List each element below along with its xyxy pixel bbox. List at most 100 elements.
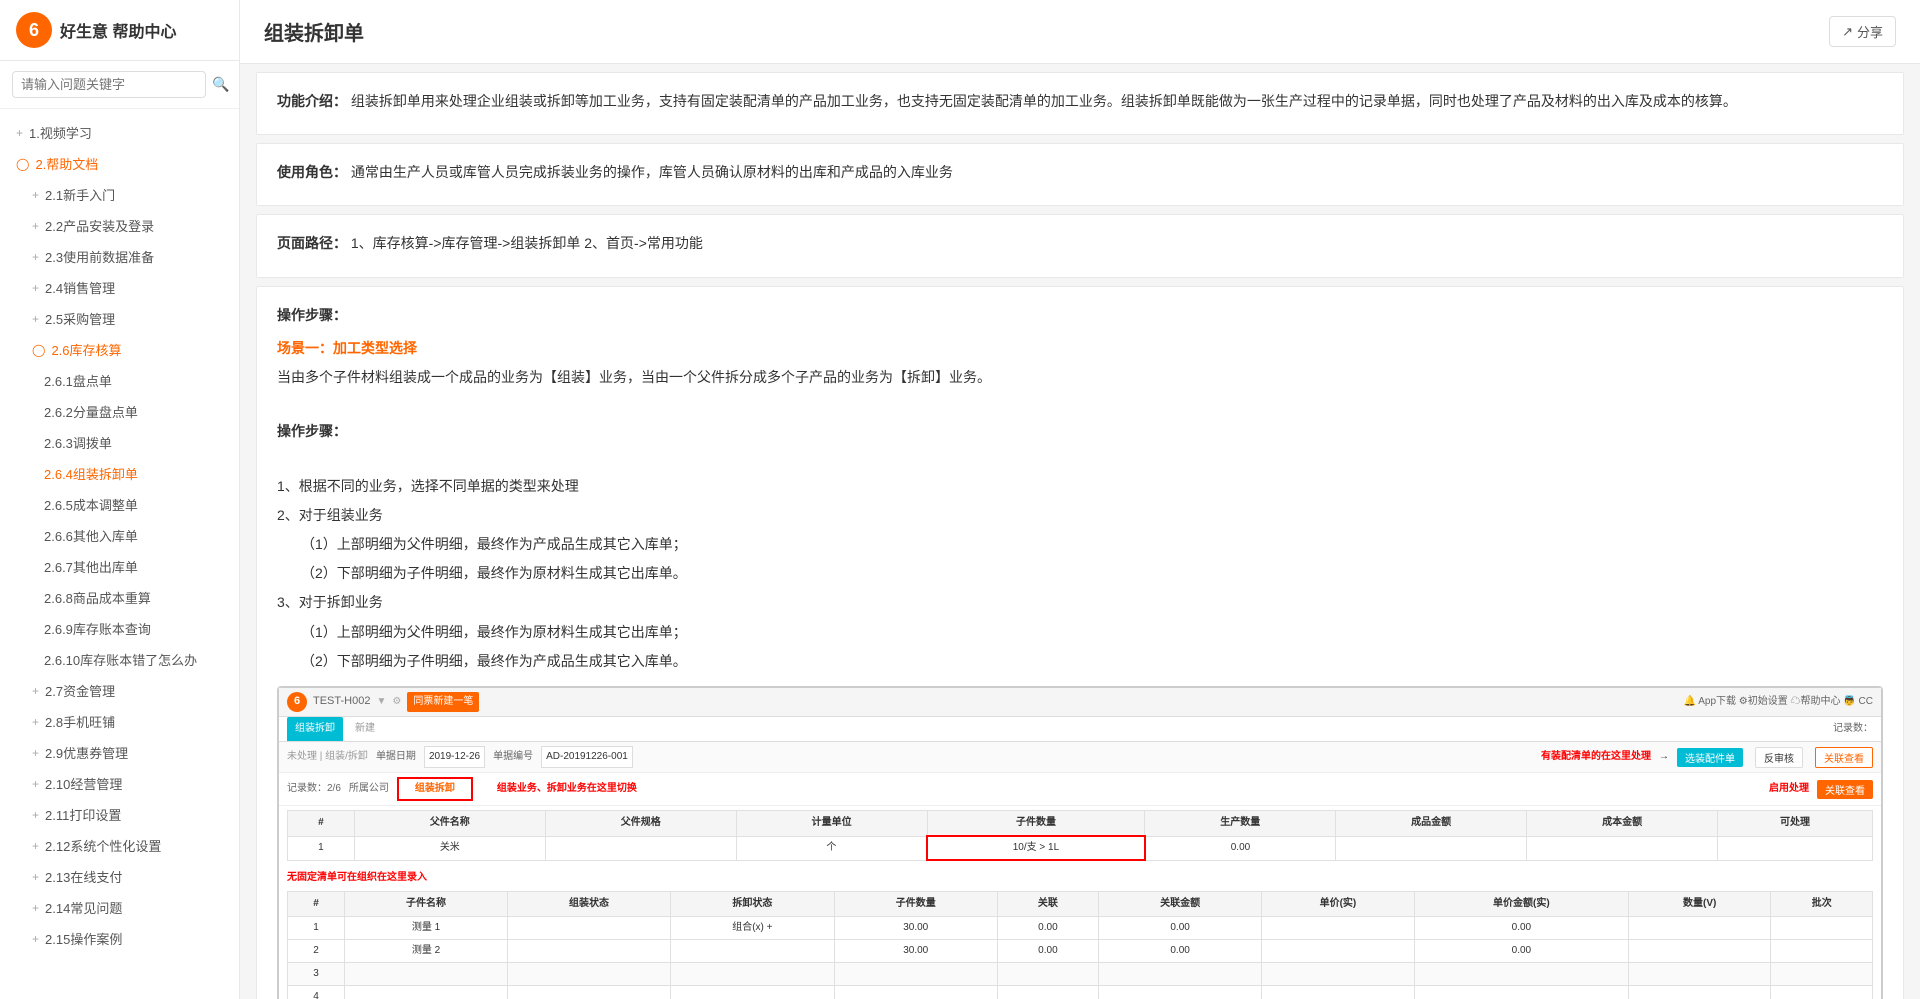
mock-form-area: 未处理 | 组装/拆卸 单据日期 2019-12-26 单据编号 AD-2019… — [279, 742, 1881, 773]
sidebar-item-label-2-6-9: 2.6.9库存账本查询 — [44, 619, 151, 638]
page-title: 组装拆卸单 — [264, 17, 364, 46]
sidebar-item-2-13[interactable]: + 2.13在线支付 — [0, 861, 239, 892]
sidebar-item-2-6-1[interactable]: 2.6.1盘点单 — [0, 365, 239, 396]
expand-icon-2-10: + — [32, 777, 39, 791]
role-text: 使用角色： 通常由生产人员或库管人员完成拆装业务的操作，库管人员确认原材料的出库… — [277, 160, 1883, 185]
mock-lower-table-container: 无固定清单可在组织在这里录入 # 子件名称 组装状态 拆卸状态 子件数量 关联 — [279, 865, 1881, 999]
mock-tabbar: 组装拆卸 新建 记录数： — [279, 717, 1881, 742]
app-logo: 6 — [16, 12, 52, 48]
sidebar-item-2-6-3[interactable]: 2.6.3调拨单 — [0, 427, 239, 458]
sidebar-item-2-14[interactable]: + 2.14常见问题 — [0, 892, 239, 923]
annotation-2: 组装业务、拆卸业务在这里切换 — [497, 780, 637, 798]
intro-block: 功能介绍： 组装拆卸单用来处理企业组装或拆卸等加工业务，支持有固定装配清单的产品… — [256, 72, 1904, 135]
share-button[interactable]: ↗ 分享 — [1829, 16, 1896, 47]
mock-record-count: 记录数： — [1833, 720, 1873, 738]
share-label: 分享 — [1857, 22, 1883, 41]
sidebar-item-2-6-9[interactable]: 2.6.9库存账本查询 — [0, 613, 239, 644]
mock-lower-table: # 子件名称 组装状态 拆卸状态 子件数量 关联 关联金额 单价(实) 单价金额… — [287, 891, 1873, 999]
mock-logo: 6 — [287, 692, 307, 712]
sidebar-item-label-2-6-3: 2.6.3调拨单 — [44, 433, 112, 452]
sidebar: 6 好生意 帮助中心 🔍 + 1.视频学习 ◯ 2.帮助文档 + 2.1新手入门… — [0, 0, 240, 999]
sidebar-item-label-2-6: 2.6库存核算 — [51, 340, 121, 359]
sidebar-item-2-6[interactable]: ◯ 2.6库存核算 — [0, 334, 239, 365]
sidebar-item-label-2-13: 2.13在线支付 — [45, 867, 122, 886]
expand-icon-2-6: ◯ — [32, 343, 45, 357]
mock-tab-active: 组装拆卸 — [287, 717, 343, 741]
sidebar-item-2-5[interactable]: + 2.5采购管理 — [0, 303, 239, 334]
share-icon: ↗ — [1842, 24, 1853, 40]
sidebar-item-2-1[interactable]: + 2.1新手入门 — [0, 179, 239, 210]
sidebar-item-label-2-9: 2.9优惠券管理 — [45, 743, 128, 762]
sidebar-item-label-1: 1.视频学习 — [29, 123, 92, 142]
sidebar-item-2[interactable]: ◯ 2.帮助文档 — [0, 148, 239, 179]
mock-topbar-btn: 同票新建一笔 — [407, 692, 479, 712]
expand-icon-2-14: + — [32, 901, 39, 915]
nav-tree: + 1.视频学习 ◯ 2.帮助文档 + 2.1新手入门 + 2.2产品安装及登录… — [0, 109, 239, 999]
sidebar-item-label-2-15: 2.15操作案例 — [45, 929, 122, 948]
operations-block: 操作步骤： 场景一：加工类型选择 当由多个子件材料组装成一个成品的业务为【组装】… — [256, 286, 1904, 999]
mock-tab1-label: 组装拆卸 — [295, 723, 335, 734]
scene1-desc-text: 当由多个子件材料组装成一个成品的业务为【组装】业务，当由一个父件拆分成多个子产品… — [277, 369, 991, 385]
sidebar-item-2-10[interactable]: + 2.10经营管理 — [0, 768, 239, 799]
table-row: 1 关米 个 10/支 > 1L 0.00 — [288, 836, 1873, 860]
sidebar-item-2-9[interactable]: + 2.9优惠券管理 — [0, 737, 239, 768]
sidebar-item-label-2-6-4: 2.6.4组装拆卸单 — [44, 464, 138, 483]
sidebar-item-label-2: 2.帮助文档 — [35, 154, 98, 173]
scene1-desc: 当由多个子件材料组装成一个成品的业务为【组装】业务，当由一个父件拆分成多个子产品… — [277, 365, 1883, 390]
sidebar-item-2-6-10[interactable]: 2.6.10库存账本错了怎么办 — [0, 644, 239, 675]
sidebar-item-label-2-14: 2.14常见问题 — [45, 898, 122, 917]
mock-tab-new: 新建 — [347, 717, 383, 741]
sidebar-item-label-2-10: 2.10经营管理 — [45, 774, 122, 793]
sidebar-item-2-12[interactable]: + 2.12系统个性化设置 — [0, 830, 239, 861]
annotation-4: 无固定清单可在组织在这里录入 — [287, 869, 1873, 887]
sidebar-item-2-2[interactable]: + 2.2产品安装及登录 — [0, 210, 239, 241]
path-block: 页面路径： 1、库存核算->库存管理->组装拆卸单 2、首页->常用功能 — [256, 214, 1904, 277]
sidebar-item-2-11[interactable]: + 2.11打印设置 — [0, 799, 239, 830]
mock-enable-btn: 关联查看 — [1817, 780, 1873, 799]
path-body: 1、库存核算->库存管理->组装拆卸单 2、首页->常用功能 — [351, 235, 703, 251]
sidebar-item-1[interactable]: + 1.视频学习 — [0, 117, 239, 148]
main-header: 组装拆卸单 ↗ 分享 — [240, 0, 1920, 64]
table-row: 1 测量 1 组合(x) + 30.00 0.00 0.00 0.00 — [288, 917, 1873, 940]
expand-icon-2-7: + — [32, 684, 39, 698]
sidebar-item-2-6-4[interactable]: 2.6.4组装拆卸单 — [0, 458, 239, 489]
table-row: 3 — [288, 963, 1873, 986]
mock-type-row: 记录数：2/6 所属公司 组装拆卸 组装业务、拆卸业务在这里切换 启用处理 关联… — [279, 773, 1881, 806]
sidebar-item-2-6-5[interactable]: 2.6.5成本调整单 — [0, 489, 239, 520]
sidebar-item-2-3[interactable]: + 2.3使用前数据准备 — [0, 241, 239, 272]
sidebar-item-label-2-5: 2.5采购管理 — [45, 309, 115, 328]
sidebar-item-2-6-8[interactable]: 2.6.8商品成本重算 — [0, 582, 239, 613]
sidebar-item-label-2-7: 2.7资金管理 — [45, 681, 115, 700]
sidebar-item-label-2-1: 2.1新手入门 — [45, 185, 115, 204]
search-button[interactable]: 🔍 — [212, 76, 229, 93]
expand-icon-2-11: + — [32, 808, 39, 822]
expand-icon-2-15: + — [32, 932, 39, 946]
sidebar-item-2-6-7[interactable]: 2.6.7其他出库单 — [0, 551, 239, 582]
sidebar-item-2-6-2[interactable]: 2.6.2分量盘点单 — [0, 396, 239, 427]
sidebar-item-2-15[interactable]: + 2.15操作案例 — [0, 923, 239, 954]
steps-label: 操作步骤： — [277, 419, 1883, 444]
mock-process-btn: 选装配件单 — [1677, 748, 1743, 767]
step2-sub2: （2）下部明细为子件明细，最终作为原材料生成其它出库单。 — [277, 561, 1883, 586]
expand-icon-2-12: + — [32, 839, 39, 853]
intro-body: 组装拆卸单用来处理企业组装或拆卸等加工业务，支持有固定装配清单的产品加工业务，也… — [351, 93, 1737, 109]
content-area: 功能介绍： 组装拆卸单用来处理企业组装或拆卸等加工业务，支持有固定装配清单的产品… — [240, 64, 1920, 999]
search-input[interactable] — [12, 71, 206, 98]
mock-upper-table-header: # 父件名称 父件规格 计量单位 子件数量 生产数量 成品金额 成本金额 可处理 — [288, 811, 1873, 837]
operation-title: 操作步骤： — [277, 303, 1883, 328]
mock-doc-date: 2019-12-26 — [424, 746, 485, 768]
sidebar-item-label-2-6-1: 2.6.1盘点单 — [44, 371, 112, 390]
sidebar-item-2-4[interactable]: + 2.4销售管理 — [0, 272, 239, 303]
intro-text: 功能介绍： 组装拆卸单用来处理企业组装或拆卸等加工业务，支持有固定装配清单的产品… — [277, 89, 1883, 114]
sidebar-item-2-8[interactable]: + 2.8手机旺铺 — [0, 706, 239, 737]
expand-icon-2-2: + — [32, 219, 39, 233]
sidebar-item-label-2-6-10: 2.6.10库存账本错了怎么办 — [44, 650, 197, 669]
sidebar-item-2-7[interactable]: + 2.7资金管理 — [0, 675, 239, 706]
sidebar-item-2-6-6[interactable]: 2.6.6其他入库单 — [0, 520, 239, 551]
expand-icon-2-3: + — [32, 250, 39, 264]
step2-sub1: （1）上部明细为父件明细，最终作为产成品生成其它入库单； — [277, 532, 1883, 557]
scene1-title: 场景一：加工类型选择 — [277, 336, 1883, 361]
role-body: 通常由生产人员或库管人员完成拆装业务的操作，库管人员确认原材料的出库和产成品的入… — [351, 164, 953, 180]
table-row: 2 测量 2 30.00 0.00 0.00 0.00 — [288, 940, 1873, 963]
expand-icon-2-5: + — [32, 312, 39, 326]
